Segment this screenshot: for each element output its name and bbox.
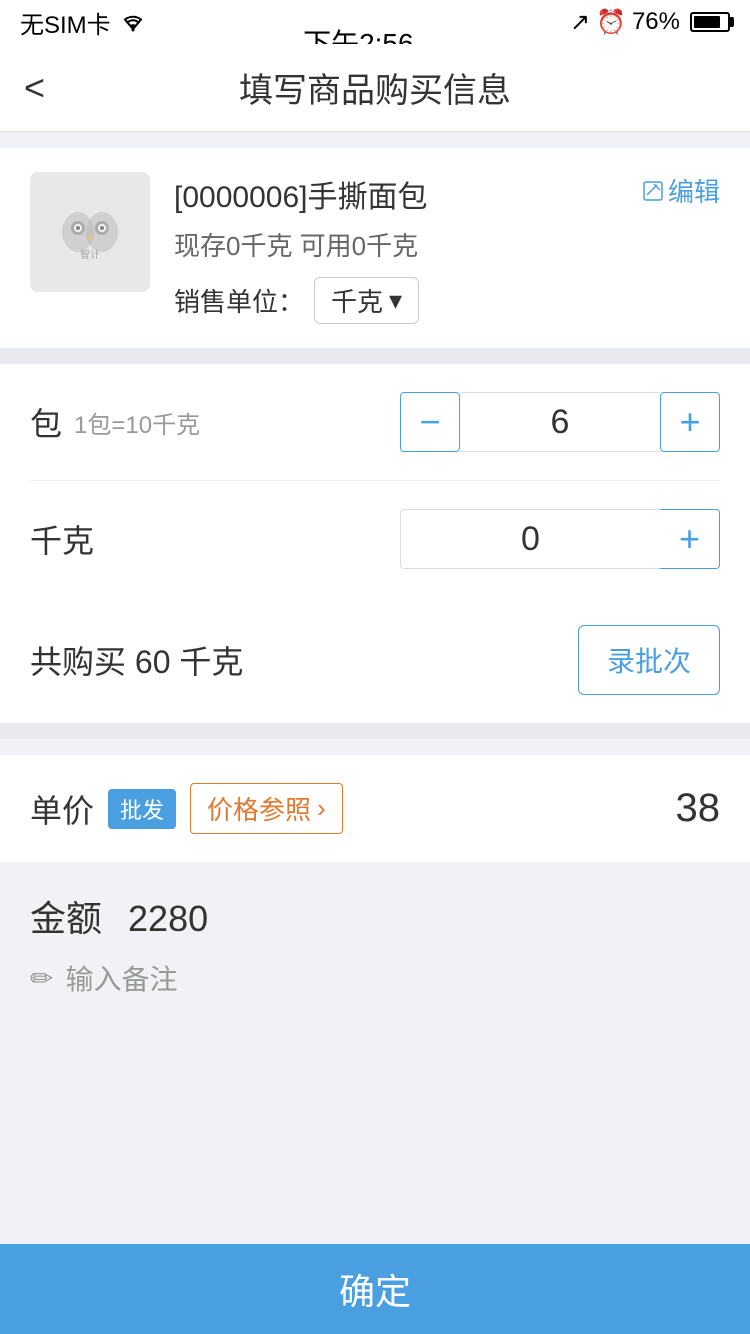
bao-label: 包 1包=10千克 <box>30 399 200 445</box>
price-ref-button[interactable]: 价格参照 › <box>190 783 343 834</box>
unit-select[interactable]: 千克 ▾ <box>314 277 419 324</box>
alarm-icon: ⏰ <box>596 8 626 37</box>
price-label: 单价 <box>30 786 94 832</box>
kg-controls: + <box>400 509 720 569</box>
status-right: ↗ ⏰ 76% <box>570 8 730 37</box>
product-thumbnail: 智计 <box>30 172 150 292</box>
bao-minus-button[interactable]: − <box>400 392 460 452</box>
amount-row: 金额 2280 <box>30 890 720 942</box>
bao-controls: − + <box>400 392 720 452</box>
product-stock: 现存0千克 可用0千克 <box>174 226 720 263</box>
edit-button[interactable]: 编辑 <box>642 172 720 209</box>
dropdown-arrow-icon: ▾ <box>389 285 402 316</box>
kg-input[interactable] <box>400 509 660 569</box>
battery-icon <box>690 12 730 32</box>
svg-text:智计: 智计 <box>80 248 100 261</box>
status-bar: 无SIM卡 下午2:56 ↗ ⏰ 76% <box>0 0 750 44</box>
product-logo: 智计 <box>50 202 130 262</box>
note-placeholder: 输入备注 <box>65 958 177 998</box>
kg-plus-button[interactable]: + <box>660 509 720 569</box>
battery-percent: 76% <box>632 8 680 36</box>
product-name: [0000006]手撕面包 <box>174 172 642 216</box>
page-title: 填写商品购买信息 <box>239 63 511 112</box>
pencil-icon: ✏ <box>30 962 53 995</box>
edit-icon <box>642 180 664 202</box>
location-icon: ↗ <box>570 8 590 37</box>
section-divider-2 <box>0 723 750 739</box>
price-tag: 批发 <box>108 789 176 829</box>
quantity-row-kg: 千克 + <box>30 481 720 597</box>
note-row[interactable]: ✏ 输入备注 <box>30 958 720 998</box>
total-row: 共购买 60 千克 录批次 <box>0 597 750 723</box>
product-header: [0000006]手撕面包 编辑 <box>174 172 720 216</box>
confirm-button[interactable]: 确定 <box>0 1244 750 1334</box>
nav-bar: < 填写商品购买信息 <box>0 44 750 132</box>
wifi-icon <box>119 11 147 33</box>
product-card: 智计 [0000006]手撕面包 编辑 现存0千克 可用0千克 销售单位： 千克… <box>0 148 750 348</box>
record-batch-button[interactable]: 录批次 <box>578 625 720 695</box>
price-value: 38 <box>676 786 721 831</box>
back-button[interactable]: < <box>24 67 45 109</box>
total-label: 共购买 60 千克 <box>30 637 243 683</box>
price-left: 单价 批发 价格参照 › <box>30 783 343 834</box>
carrier-text: 无SIM卡 <box>20 5 111 40</box>
price-ref-arrow-icon: › <box>317 793 326 824</box>
quantity-row-bao: 包 1包=10千克 − + <box>30 364 720 481</box>
bao-input[interactable] <box>460 392 660 452</box>
section-divider-1 <box>0 348 750 364</box>
bottom-space <box>0 1014 750 1124</box>
bao-plus-button[interactable]: + <box>660 392 720 452</box>
bao-hint: 1包=10千克 <box>74 405 200 440</box>
input-section: 包 1包=10千克 − + 千克 + <box>0 364 750 597</box>
amount-section: 金额 2280 ✏ 输入备注 <box>0 862 750 1014</box>
status-left: 无SIM卡 <box>20 5 147 40</box>
product-info: [0000006]手撕面包 编辑 现存0千克 可用0千克 销售单位： 千克 ▾ <box>174 172 720 324</box>
price-section: 单价 批发 价格参照 › 38 <box>0 755 750 862</box>
product-unit: 销售单位： 千克 ▾ <box>174 277 720 324</box>
kg-label: 千克 <box>30 516 94 562</box>
